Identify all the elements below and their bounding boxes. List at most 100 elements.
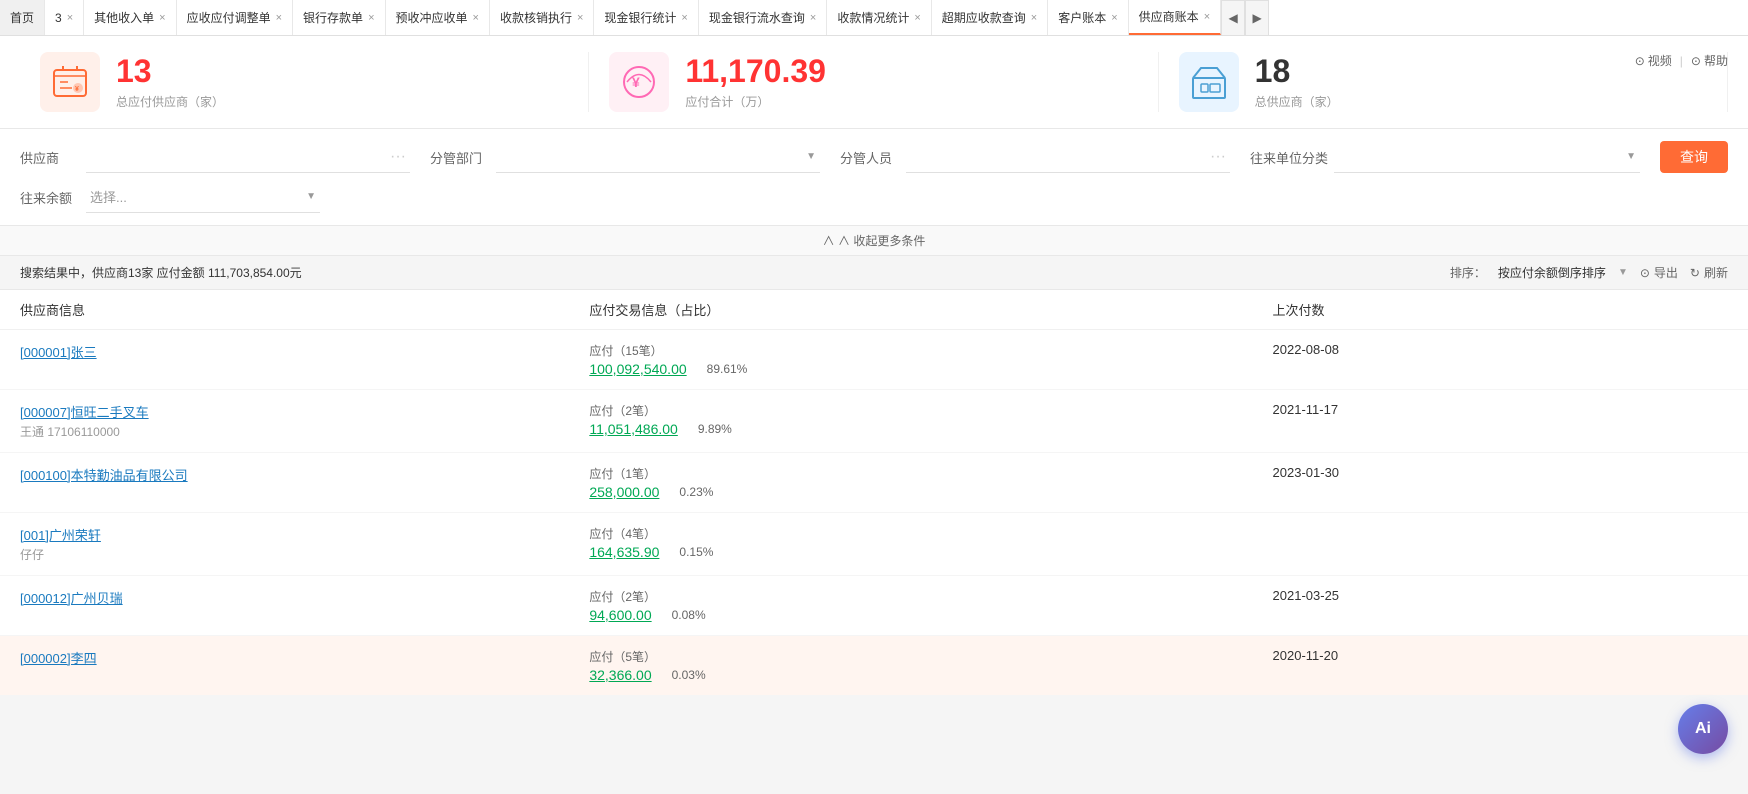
supplier-account-close[interactable]: × (1204, 11, 1210, 23)
collect-stat-close[interactable]: × (914, 12, 920, 24)
stat-label-payable-total: 应付合计（万） (685, 93, 826, 110)
dept-input[interactable] (500, 149, 806, 164)
tab3-close[interactable]: × (67, 12, 73, 24)
video-link[interactable]: ⊙ 视频 (1635, 52, 1672, 69)
nav-tab-other-income[interactable]: 其他收入单 × (84, 0, 176, 35)
bank-deposit-close[interactable]: × (368, 12, 374, 24)
nav-tab-ap-adjust[interactable]: 应收应付调整单 × (177, 0, 293, 35)
sort-dropdown-icon[interactable]: ▼ (1618, 267, 1628, 278)
lastpay-cell-000100: 2023-01-30 (1273, 465, 1728, 500)
supplier-name-000012[interactable]: [000012]广州贝瑞 (20, 588, 589, 607)
ap-adjust-label: 应收应付调整单 (187, 9, 271, 26)
supplier-sub-001: 仔仔 (20, 546, 589, 563)
balance-input-box[interactable]: 选择... ▼ (86, 181, 320, 213)
filter-category: 往来单位分类 ▼ (1250, 141, 1640, 173)
nav-tab-overdue-query[interactable]: 超期应收款查询 × (932, 0, 1048, 35)
lastpay-cell-000001: 2022-08-08 (1273, 342, 1728, 377)
table-row: [000100]本特勤油品有限公司 应付（1笔） 258,000.00 0.23… (0, 453, 1748, 513)
person-label: 分管人员 (840, 148, 900, 167)
trans-label-001: 应付（4笔） (589, 525, 1272, 542)
table-row: [000002]李四 应付（5笔） 32,366.00 0.03% 2020-1… (0, 636, 1748, 696)
balance-label: 往来余额 (20, 188, 80, 207)
supplier-name-000001[interactable]: [000001]张三 (20, 342, 589, 361)
supplier-label: 供应商 (20, 148, 80, 167)
cash-bank-stat-close[interactable]: × (681, 12, 687, 24)
trans-amount-000100[interactable]: 258,000.00 (589, 484, 659, 500)
person-dots-icon[interactable]: ··· (1210, 148, 1226, 166)
trans-pct-000002: 0.03% (672, 668, 706, 682)
nav-tab-supplier-account[interactable]: 供应商账本 × (1129, 0, 1221, 35)
category-dropdown-icon[interactable]: ▼ (1626, 151, 1636, 162)
supplier-name-000002[interactable]: [000002]李四 (20, 648, 589, 667)
export-button[interactable]: ⊙ 导出 (1640, 264, 1678, 281)
overdue-query-close[interactable]: × (1031, 12, 1037, 24)
nav-prev-arrow[interactable]: ◀ (1221, 0, 1245, 36)
nav-tab-advance-receive[interactable]: 预收冲应收单 × (386, 0, 490, 35)
customer-account-close[interactable]: × (1111, 12, 1117, 24)
query-button[interactable]: 查询 (1660, 141, 1728, 173)
trans-label-000002: 应付（5笔） (589, 648, 1272, 665)
refresh-label: 刷新 (1704, 264, 1728, 281)
video-link-label: 视频 (1648, 52, 1672, 69)
ai-assistant-button[interactable]: Ai (1678, 704, 1728, 754)
divider: | (1680, 54, 1683, 68)
overdue-query-label: 超期应收款查询 (942, 9, 1026, 26)
nav-tab-home[interactable]: 首页 (0, 0, 45, 35)
supplier-input[interactable] (90, 149, 390, 164)
nav-next-arrow[interactable]: ▶ (1245, 0, 1269, 36)
supplier-name-000100[interactable]: [000100]本特勤油品有限公司 (20, 465, 589, 484)
cash-bank-flow-close[interactable]: × (810, 12, 816, 24)
supplier-cell-000012: [000012]广州贝瑞 (20, 588, 589, 623)
trans-amount-000012[interactable]: 94,600.00 (589, 607, 651, 623)
person-input[interactable] (910, 149, 1210, 164)
dept-dropdown-icon[interactable]: ▼ (806, 151, 816, 162)
nav-tab-customer-account[interactable]: 客户账本 × (1048, 0, 1128, 35)
tab3-label: 3 (55, 11, 62, 25)
nav-tab-bank-deposit[interactable]: 银行存款单 × (293, 0, 385, 35)
balance-dropdown-icon[interactable]: ▼ (306, 191, 316, 202)
table-row: [000001]张三 应付（15笔） 100,092,540.00 89.61%… (0, 330, 1748, 390)
col-header-lastpay: 上次付数 (1273, 300, 1728, 319)
supplier-name-000007[interactable]: [000007]恒旺二手叉车 (20, 402, 589, 421)
stat-value-total-suppliers: 18 (1255, 54, 1339, 89)
supplier-cell-000007: [000007]恒旺二手叉车 王通 17106110000 (20, 402, 589, 440)
nav-tab-3[interactable]: 3 × (45, 0, 84, 35)
supplier-name-001[interactable]: [001]广州荣轩 (20, 525, 589, 544)
lastpay-cell-000007: 2021-11-17 (1273, 402, 1728, 440)
table-row: [001]广州荣轩 仔仔 应付（4笔） 164,635.90 0.15% (0, 513, 1748, 576)
category-input[interactable] (1338, 149, 1626, 164)
nav-tab-collect-stat[interactable]: 收款情况统计 × (827, 0, 931, 35)
person-input-box[interactable]: ··· (906, 141, 1230, 173)
stat-block-payable-total: ¥ 11,170.39 应付合计（万） (589, 52, 1158, 112)
result-bar: 搜索结果中，供应商13家 应付金额 111,703,854.00元 排序： 按应… (0, 256, 1748, 290)
home-tab-label: 首页 (10, 9, 34, 26)
export-label: 导出 (1654, 264, 1678, 281)
nav-tab-cash-bank-flow[interactable]: 现金银行流水查询 × (699, 0, 827, 35)
trans-amount-000002[interactable]: 32,366.00 (589, 667, 651, 683)
col-header-supplier: 供应商信息 (20, 300, 589, 319)
stat-info-total-supplier: 18 总供应商（家） (1255, 54, 1339, 110)
stat-icon-payable: ¥ (609, 52, 669, 112)
nav-tab-cash-bank-stat[interactable]: 现金银行统计 × (594, 0, 698, 35)
advance-receive-close[interactable]: × (473, 12, 479, 24)
supplier-input-box[interactable]: ··· (86, 141, 410, 173)
advance-receive-label: 预收冲应收单 (396, 9, 468, 26)
ap-adjust-close[interactable]: × (276, 12, 282, 24)
refresh-icon: ↻ (1690, 266, 1700, 280)
nav-tab-collect-check[interactable]: 收款核销执行 × (490, 0, 594, 35)
collect-check-close[interactable]: × (577, 12, 583, 24)
trans-amount-000001[interactable]: 100,092,540.00 (589, 361, 686, 377)
collapse-bar[interactable]: ∧ ∧ 收起更多条件 (0, 226, 1748, 256)
refresh-button[interactable]: ↻ 刷新 (1690, 264, 1728, 281)
category-input-box[interactable]: ▼ (1334, 141, 1640, 173)
help-link[interactable]: ⊙ 帮助 (1691, 52, 1728, 69)
trans-amount-001[interactable]: 164,635.90 (589, 544, 659, 560)
trans-amount-000007[interactable]: 11,051,486.00 (589, 421, 678, 437)
prev-icon: ◀ (1229, 11, 1238, 25)
table-area: 供应商信息 应付交易信息（占比） 上次付数 [000001]张三 应付（15笔）… (0, 290, 1748, 696)
dept-input-box[interactable]: ▼ (496, 141, 820, 173)
sort-value[interactable]: 按应付余额倒序排序 (1498, 264, 1606, 281)
supplier-dots-icon[interactable]: ··· (390, 148, 406, 166)
dept-label: 分管部门 (430, 148, 490, 167)
other-income-close[interactable]: × (159, 12, 165, 24)
